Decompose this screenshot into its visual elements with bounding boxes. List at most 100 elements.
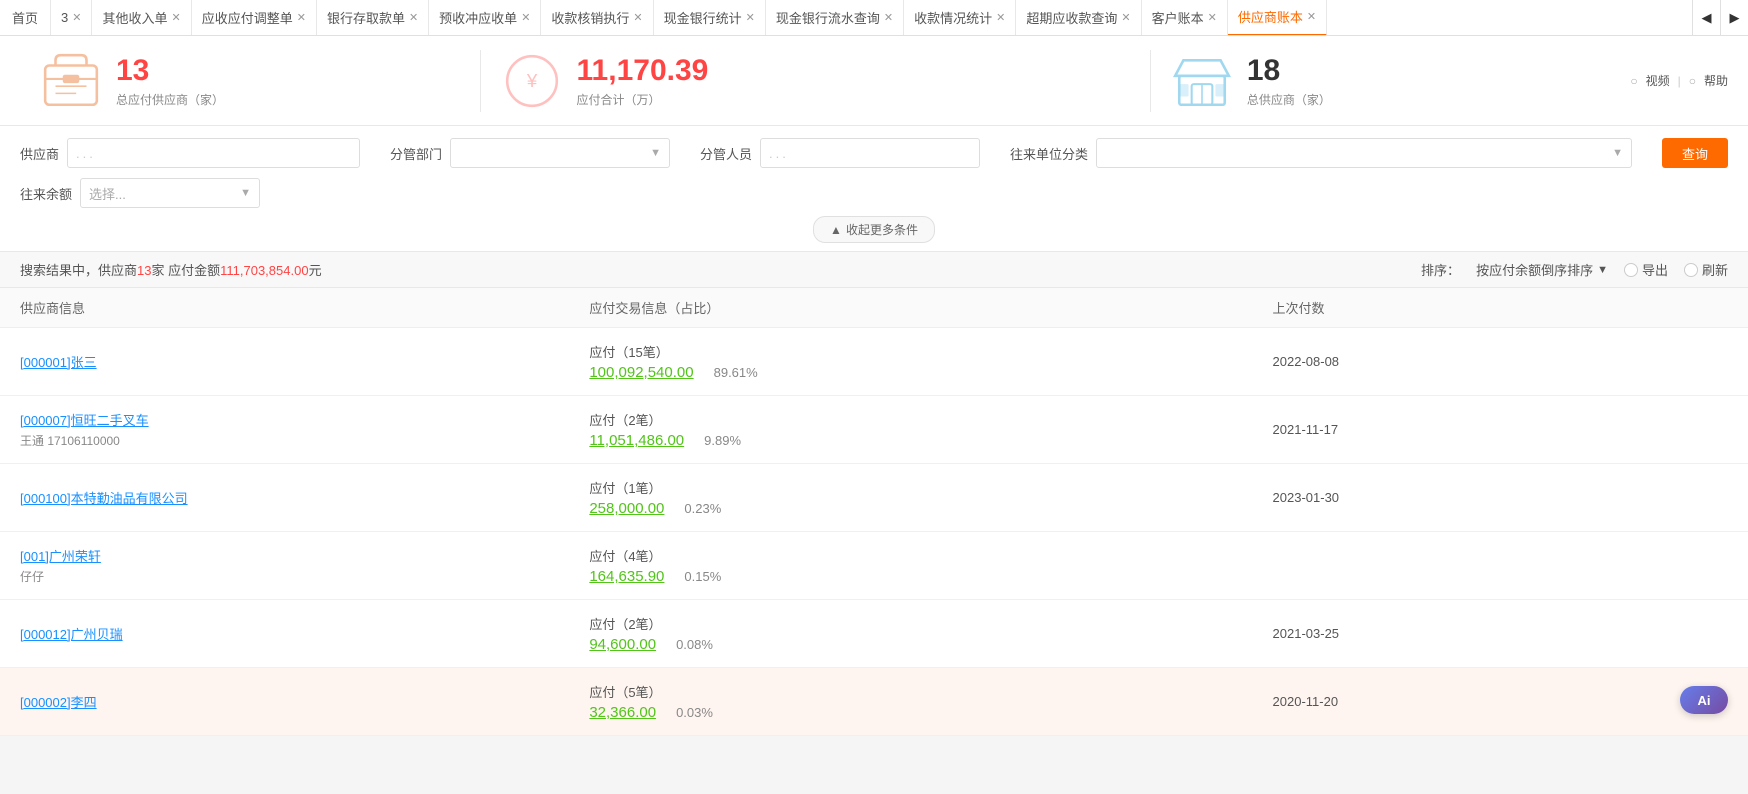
- supplier-input[interactable]: ...: [67, 138, 360, 168]
- close-icon[interactable]: ✕: [1121, 11, 1130, 24]
- collapse-button[interactable]: ▲ 收起更多条件: [813, 216, 935, 243]
- col-supplier-1: [000001]张三: [20, 342, 589, 381]
- stat-number-total: 11,170.39: [577, 54, 709, 87]
- trans-amount-1[interactable]: 100,092,540.00: [589, 364, 693, 381]
- nav-tab-ar-adjust[interactable]: 应收应付调整单 ✕: [192, 0, 317, 36]
- stat-info-total-suppliers: 18 总供应商（家）: [1247, 54, 1331, 108]
- collapse-text: 收起更多条件: [846, 221, 918, 238]
- col-last-payment-6: 2020-11-20: [1273, 682, 1728, 721]
- ai-button[interactable]: Ai: [1680, 686, 1728, 714]
- close-icon[interactable]: ✕: [884, 11, 893, 24]
- close-icon[interactable]: ✕: [633, 11, 642, 24]
- balance-label: 往来余额: [20, 184, 72, 203]
- circle-icon: ○: [1630, 74, 1637, 88]
- video-link[interactable]: 视频: [1646, 72, 1670, 89]
- nav-tab-customer-book[interactable]: 客户账本 ✕: [1142, 0, 1228, 36]
- stats-bar: 13 总应付供应商（家） ¥ 11,170.39 应付合计（万）: [0, 36, 1748, 126]
- help-link[interactable]: 帮助: [1704, 72, 1728, 89]
- trans-row-4: 164,635.90 0.15%: [589, 568, 1272, 585]
- sort-value: 按应付余额倒序排序: [1476, 260, 1593, 279]
- supplier-link-6[interactable]: [000002]李四: [20, 692, 589, 711]
- trans-percent-1: 89.61%: [714, 365, 758, 380]
- trans-row-5: 94,600.00 0.08%: [589, 636, 1272, 653]
- table-body: [000001]张三 应付（15笔） 100,092,540.00 89.61%…: [0, 328, 1748, 736]
- filter-area: 供应商 ... 分管部门 ▼ 分管人员 ... 往来单位分类 ▼ 查询: [0, 126, 1748, 252]
- nav-next-arrow[interactable]: ▶: [1720, 0, 1748, 36]
- nav-tab-prepay[interactable]: 预收冲应收单 ✕: [429, 0, 541, 36]
- collapse-row: ▲ 收起更多条件: [20, 216, 1728, 243]
- nav-tab-3[interactable]: 3 ✕: [51, 0, 92, 36]
- nav-tab-overdue[interactable]: 超期应收款查询 ✕: [1016, 0, 1141, 36]
- nav-tab-collection-stats[interactable]: 收款情况统计 ✕: [904, 0, 1016, 36]
- chevron-down-icon-3: ▼: [240, 187, 251, 199]
- top-nav: 首页 3 ✕ 其他收入单 ✕ 应收应付调整单 ✕ 银行存取款单 ✕ 预收冲应收单…: [0, 0, 1748, 36]
- nav-tab-cash-stats[interactable]: 现金银行统计 ✕: [654, 0, 766, 36]
- nav-tab-other-income[interactable]: 其他收入单 ✕: [92, 0, 191, 36]
- trans-amount-4[interactable]: 164,635.90: [589, 568, 664, 585]
- sort-select[interactable]: 按应付余额倒序排序 ▼: [1476, 260, 1608, 279]
- stat-number-payable: 13: [116, 54, 224, 87]
- stat-number-total-suppliers: 18: [1247, 54, 1331, 87]
- table-row: [000100]本特勤油品有限公司 应付（1笔） 258,000.00 0.23…: [0, 464, 1748, 532]
- stat-label-total-suppliers: 总供应商（家）: [1247, 91, 1331, 108]
- trans-percent-5: 0.08%: [676, 637, 713, 652]
- nav-tab-collection[interactable]: 收款核销执行 ✕: [541, 0, 653, 36]
- category-select[interactable]: ▼: [1096, 138, 1632, 168]
- trans-percent-4: 0.15%: [684, 569, 721, 584]
- col-header-transaction: 应付交易信息（占比）: [589, 298, 1272, 317]
- trans-label-1: 应付（15笔）: [589, 342, 1272, 361]
- trans-amount-3[interactable]: 258,000.00: [589, 500, 664, 517]
- close-icon[interactable]: ✕: [746, 11, 755, 24]
- refresh-button[interactable]: 刷新: [1684, 260, 1728, 279]
- close-icon[interactable]: ✕: [409, 11, 418, 24]
- export-button[interactable]: 导出: [1624, 260, 1668, 279]
- dept-select[interactable]: ▼: [450, 138, 670, 168]
- circle-icon-2: ○: [1689, 74, 1696, 88]
- supplier-link-2[interactable]: [000007]恒旺二手叉车: [20, 410, 589, 429]
- radio-refresh: [1684, 263, 1698, 277]
- query-button[interactable]: 查询: [1662, 138, 1728, 168]
- close-icon[interactable]: ✕: [171, 11, 180, 24]
- table-row: [000007]恒旺二手叉车 王通 17106110000 应付（2笔） 11,…: [0, 396, 1748, 464]
- supplier-link-4[interactable]: [001]广州荣轩: [20, 546, 589, 565]
- nav-tab-supplier-book[interactable]: 供应商账本 ✕: [1228, 0, 1327, 36]
- close-icon[interactable]: ✕: [1208, 11, 1217, 24]
- dept-label: 分管部门: [390, 144, 442, 163]
- trans-label-6: 应付（5笔）: [589, 682, 1272, 701]
- col-transaction-4: 应付（4笔） 164,635.90 0.15%: [589, 546, 1272, 585]
- ai-label: Ai: [1698, 693, 1711, 708]
- supplier-link-3[interactable]: [000100]本特勤油品有限公司: [20, 488, 589, 507]
- supplier-link-1[interactable]: [000001]张三: [20, 352, 589, 371]
- trans-amount-6[interactable]: 32,366.00: [589, 704, 656, 721]
- radio-export: [1624, 263, 1638, 277]
- close-icon[interactable]: ✕: [1307, 10, 1316, 23]
- person-input[interactable]: ...: [760, 138, 980, 168]
- result-amount: 111,703,854.00: [220, 263, 308, 278]
- close-icon[interactable]: ✕: [297, 11, 306, 24]
- close-icon[interactable]: ✕: [72, 11, 81, 24]
- nav-tab-bank[interactable]: 银行存取款单 ✕: [317, 0, 429, 36]
- col-header-supplier: 供应商信息: [20, 298, 589, 317]
- filter-item-category: 往来单位分类 ▼: [1010, 138, 1632, 168]
- col-transaction-5: 应付（2笔） 94,600.00 0.08%: [589, 614, 1272, 653]
- close-icon[interactable]: ✕: [996, 11, 1005, 24]
- close-icon[interactable]: ✕: [521, 11, 530, 24]
- trans-row-2: 11,051,486.00 9.89%: [589, 432, 1272, 449]
- trans-amount-5[interactable]: 94,600.00: [589, 636, 656, 653]
- chevron-down-icon-2: ▼: [1612, 147, 1623, 159]
- table-row-highlighted: [000002]李四 应付（5笔） 32,366.00 0.03% 2020-1…: [0, 668, 1748, 736]
- nav-tab-home[interactable]: 首页: [0, 0, 51, 36]
- result-info: 搜索结果中，供应商13家 应付金额111,703,854.00元: [20, 260, 322, 279]
- stat-info-payable-suppliers: 13 总应付供应商（家）: [116, 54, 224, 108]
- trans-label-2: 应付（2笔）: [589, 410, 1272, 429]
- nav-prev-arrow[interactable]: ◀: [1692, 0, 1720, 36]
- sort-label: 排序：: [1421, 260, 1460, 279]
- filter-item-dept: 分管部门 ▼: [390, 138, 670, 168]
- trans-amount-2[interactable]: 11,051,486.00: [589, 432, 684, 449]
- supplier-link-5[interactable]: [000012]广州贝瑞: [20, 624, 589, 643]
- table-header: 供应商信息 应付交易信息（占比） 上次付数: [0, 288, 1748, 328]
- col-transaction-1: 应付（15笔） 100,092,540.00 89.61%: [589, 342, 1272, 381]
- balance-select[interactable]: 选择... ▼: [80, 178, 260, 208]
- stat-icon-payable-total: ¥: [501, 50, 563, 112]
- nav-tab-cash-flow[interactable]: 现金银行流水查询 ✕: [766, 0, 904, 36]
